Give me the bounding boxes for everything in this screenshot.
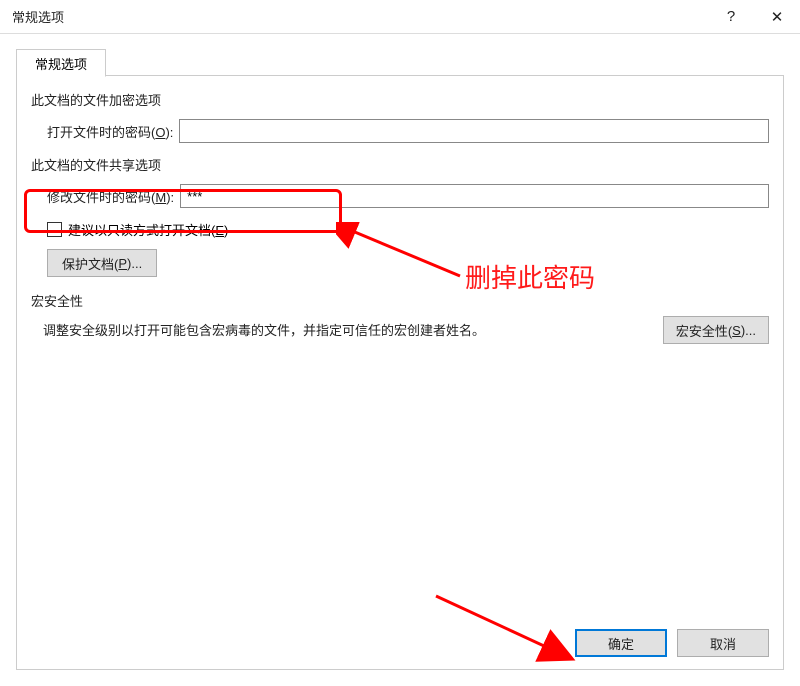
protect-document-button[interactable]: 保护文档(P)...	[47, 249, 157, 277]
modify-password-input[interactable]	[180, 184, 769, 208]
readonly-checkbox[interactable]	[47, 222, 62, 237]
ok-button[interactable]: 确定	[575, 629, 667, 657]
tab-strip: 常规选项	[16, 48, 784, 76]
dialog-footer: 确定 取消	[575, 629, 769, 657]
macro-description: 调整安全级别以打开可能包含宏病毒的文件，并指定可信任的宏创建者姓名。	[43, 320, 769, 339]
modify-password-label: 修改文件时的密码(M):	[47, 187, 174, 206]
window-title: 常规选项	[12, 7, 64, 26]
encryption-section-label: 此文档的文件加密选项	[31, 90, 769, 109]
options-panel: 此文档的文件加密选项 打开文件时的密码(O): 此文档的文件共享选项 修改文件时…	[16, 76, 784, 670]
help-button[interactable]: ?	[708, 0, 754, 34]
open-password-label: 打开文件时的密码(O):	[47, 122, 173, 141]
titlebar: 常规选项 ? ✕	[0, 0, 800, 34]
open-password-input[interactable]	[179, 119, 769, 143]
modify-password-row: 修改文件时的密码(M):	[47, 184, 769, 208]
window-controls: ? ✕	[708, 0, 800, 33]
tab-general-options[interactable]: 常规选项	[16, 49, 106, 77]
open-password-row: 打开文件时的密码(O):	[47, 119, 769, 143]
sharing-section-label: 此文档的文件共享选项	[31, 155, 769, 174]
readonly-label: 建议以只读方式打开文档(E)	[68, 220, 228, 239]
macro-security-button[interactable]: 宏安全性(S)...	[663, 316, 769, 344]
dialog-content: 常规选项 此文档的文件加密选项 打开文件时的密码(O): 此文档的文件共享选项 …	[0, 34, 800, 670]
macro-section-label: 宏安全性	[31, 291, 769, 310]
close-button[interactable]: ✕	[754, 0, 800, 34]
readonly-row: 建议以只读方式打开文档(E)	[47, 220, 769, 239]
cancel-button[interactable]: 取消	[677, 629, 769, 657]
